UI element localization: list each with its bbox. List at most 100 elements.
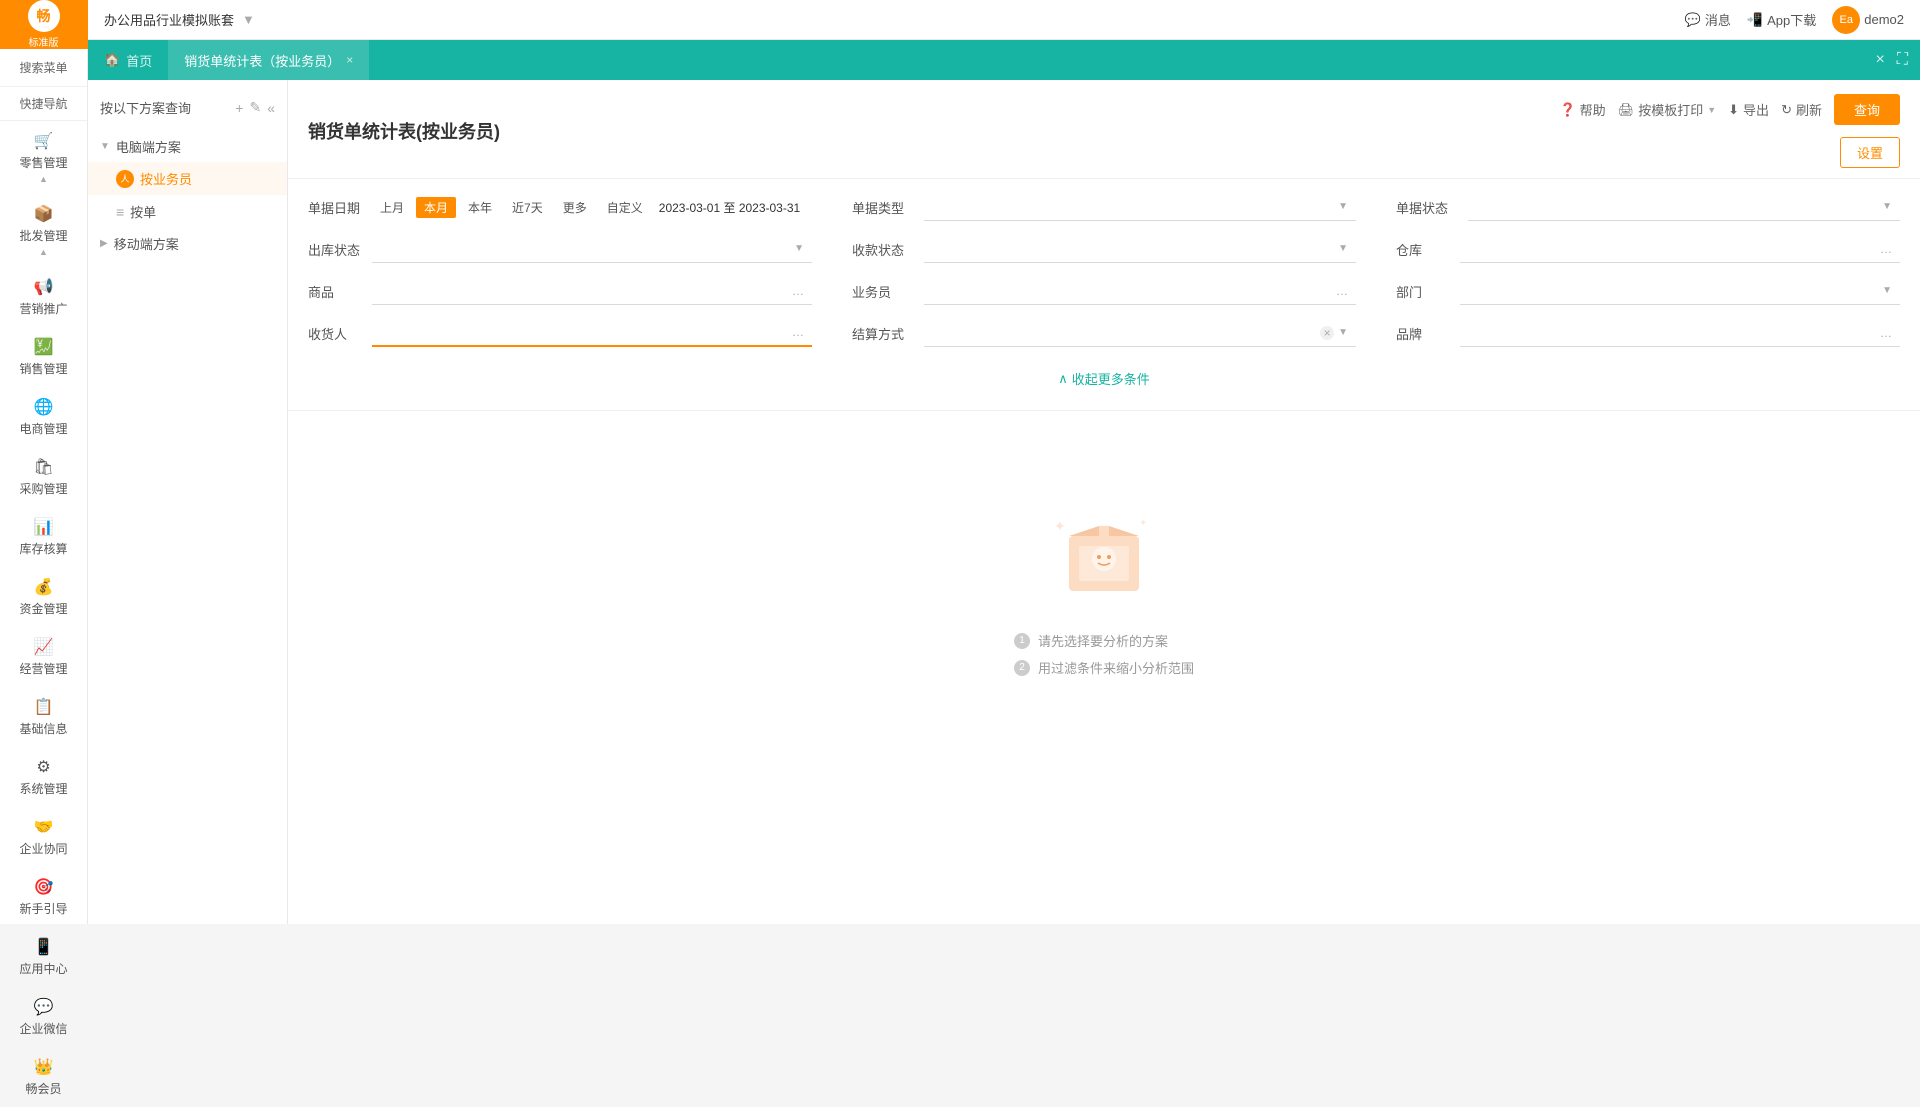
nav-title: 办公用品行业模拟账套 <box>104 10 234 29</box>
tab-expand-btn[interactable]: ⛶ <box>1893 47 1912 73</box>
tab-close-btn[interactable]: × <box>346 53 353 67</box>
sidebar-item-newbie[interactable]: 🎯 新手引导 <box>0 867 87 927</box>
filter-out-status: 出库状态 ▼ <box>308 235 812 263</box>
brand-more-icon[interactable]: … <box>1880 326 1892 340</box>
sidebar-item-appstore[interactable]: 📱 应用中心 <box>0 927 87 987</box>
desktop-scheme-group[interactable]: ▼ 电脑端方案 <box>88 131 287 162</box>
filter-doc-type-control[interactable]: ▼ <box>924 193 1356 221</box>
salesperson-more-icon[interactable]: … <box>1336 284 1348 298</box>
sidebar-item-inventory[interactable]: 📊 库存核算 <box>0 507 87 567</box>
filter-dept-control[interactable]: ▼ <box>1460 277 1900 305</box>
refresh-icon: ↻ <box>1781 102 1792 118</box>
filter-warehouse-control[interactable]: … <box>1460 235 1900 263</box>
dept-dropdown-icon[interactable]: ▼ <box>1882 285 1892 296</box>
mobile-scheme-group[interactable]: ▶ 移动端方案 <box>88 228 287 259</box>
sidebar-item-wechat[interactable]: 💬 企业微信 <box>0 987 87 1047</box>
sidebar-item-operations[interactable]: 📈 经营管理 <box>0 627 87 687</box>
consignee-more-icon[interactable]: … <box>792 325 804 339</box>
filter-consignee-label: 收货人 <box>308 324 364 343</box>
filter-receipt-status-control[interactable]: ▼ <box>924 235 1356 263</box>
tab-minimize-btn[interactable]: × <box>1871 47 1888 73</box>
scheme-by-order[interactable]: ≡ 按单 <box>88 195 287 228</box>
filter-goods-control[interactable]: … <box>372 277 812 305</box>
print-dropdown-icon[interactable]: ▼ <box>1707 105 1716 115</box>
filter-warehouse: 仓库 … <box>1396 235 1900 263</box>
edit-scheme-btn[interactable]: ✎ <box>249 99 261 116</box>
sidebar-item-marketing[interactable]: 📢 营销推广 <box>0 267 87 327</box>
date-chip-this-year[interactable]: 本年 <box>460 197 500 218</box>
collapse-icon: ∧ <box>1058 371 1068 387</box>
collapse-panel-btn[interactable]: « <box>267 100 275 116</box>
export-btn[interactable]: ⬇ 导出 <box>1728 100 1769 119</box>
date-chip-last-month[interactable]: 上月 <box>372 197 412 218</box>
print-icon: 🖨 <box>1618 102 1635 118</box>
ecommerce-icon: 🌐 <box>34 397 54 417</box>
filter-salesperson-control[interactable]: … <box>924 277 1356 305</box>
wechat-icon: 💬 <box>34 997 54 1017</box>
filter-brand-control[interactable]: … <box>1460 319 1900 347</box>
filter-out-status-label: 出库状态 <box>308 240 364 259</box>
date-chip-custom[interactable]: 自定义 <box>599 197 651 218</box>
empty-hint-1: 1 请先选择要分析的方案 <box>1014 631 1194 650</box>
filter-consignee-control[interactable]: … <box>372 319 812 347</box>
refresh-btn[interactable]: ↻ 刷新 <box>1781 100 1822 119</box>
query-button[interactable]: 查询 <box>1834 94 1900 125</box>
main-area: 办公用品行业模拟账套 ▼ 💬 消息 📲 App下载 Ea demo2 🏠 首页 <box>88 0 1920 924</box>
filter-goods: 商品 … <box>308 277 812 305</box>
sidebar-item-member[interactable]: 👑 畅会员 <box>0 1047 87 1107</box>
filter-brand: 品牌 … <box>1396 319 1900 347</box>
tab-home[interactable]: 🏠 首页 <box>88 40 168 80</box>
sidebar-item-wholesale[interactable]: 📦 批发管理 ▲ <box>0 194 87 267</box>
print-btn[interactable]: 🖨 按模板打印 ▼ <box>1618 100 1716 119</box>
user-avatar[interactable]: Ea demo2 <box>1832 6 1904 34</box>
sidebar-item-ecommerce[interactable]: 🌐 电商管理 <box>0 387 87 447</box>
collapse-btn[interactable]: ∧ 收起更多条件 <box>1058 369 1150 388</box>
filter-doc-status-control[interactable]: ▼ <box>1468 193 1900 221</box>
sidebar-item-sales[interactable]: 💹 销售管理 <box>0 327 87 387</box>
sidebar-item-purchase[interactable]: 🛍 采购管理 <box>0 447 87 507</box>
page-content: 按以下方案查询 + ✎ « ▼ 电脑端方案 人 <box>88 80 1920 924</box>
app-download-btn[interactable]: 📲 App下载 <box>1747 10 1816 29</box>
retail-icon: 🛒 <box>34 131 54 151</box>
mobile-group-arrow: ▶ <box>100 238 108 249</box>
setting-button[interactable]: 设置 <box>1840 137 1900 168</box>
sidebar-item-retail[interactable]: 🛒 零售管理 ▲ <box>0 121 87 194</box>
sidebar-item-basic[interactable]: 📋 基础信息 <box>0 687 87 747</box>
date-range-display: 2023-03-01 至 2023-03-31 <box>659 199 800 216</box>
filter-salesperson: 业务员 … <box>852 277 1356 305</box>
date-chip-7days[interactable]: 近7天 <box>504 197 551 218</box>
filter-out-status-control[interactable]: ▼ <box>372 235 812 263</box>
doc-type-dropdown-icon[interactable]: ▼ <box>1338 201 1348 212</box>
message-btn[interactable]: 💬 消息 <box>1685 10 1731 29</box>
filter-warehouse-label: 仓库 <box>1396 240 1452 259</box>
scheme-by-salesperson[interactable]: 人 按业务员 <box>88 162 287 195</box>
desktop-group-arrow: ▼ <box>100 141 110 152</box>
empty-illustration: ✦ ✦ ✦ <box>1044 491 1164 611</box>
settlement-dropdown-icon[interactable]: ▼ <box>1338 327 1348 338</box>
filter-row-4: 收货人 … 结算方式 × <box>308 319 1900 347</box>
doc-status-dropdown-icon[interactable]: ▼ <box>1882 201 1892 212</box>
newbie-icon: 🎯 <box>34 877 54 897</box>
help-btn[interactable]: ❓ 帮助 <box>1559 100 1605 119</box>
settlement-clear-btn[interactable]: × <box>1320 326 1334 340</box>
out-status-dropdown-icon[interactable]: ▼ <box>794 243 804 254</box>
empty-state: ✦ ✦ ✦ 1 请先选择要分析的方案 2 用过滤条件来缩小分析范围 <box>288 411 1920 757</box>
goods-more-icon[interactable]: … <box>792 284 804 298</box>
sidebar-item-finance[interactable]: 💰 资金管理 <box>0 567 87 627</box>
date-chip-more[interactable]: 更多 <box>555 197 595 218</box>
sidebar-item-enterprise[interactable]: 🤝 企业协同 <box>0 807 87 867</box>
tab-sales-stat[interactable]: 销货单统计表（按业务员） × <box>168 40 369 80</box>
filter-settlement-control[interactable]: × ▼ <box>924 319 1356 347</box>
sidebar-shortcut[interactable]: 快捷导航 <box>0 87 87 121</box>
page-title: 销货单统计表(按业务员) <box>308 118 500 144</box>
date-chip-this-month[interactable]: 本月 <box>416 197 456 218</box>
sidebar-search[interactable]: 搜索菜单 <box>0 49 87 87</box>
add-scheme-btn[interactable]: + <box>235 100 243 116</box>
filter-doc-status-label: 单据状态 <box>1396 198 1460 217</box>
sidebar-item-system[interactable]: ⚙ 系统管理 <box>0 747 87 807</box>
warehouse-more-icon[interactable]: … <box>1880 242 1892 256</box>
receipt-status-dropdown-icon[interactable]: ▼ <box>1338 243 1348 254</box>
nav-dropdown-icon[interactable]: ▼ <box>242 12 255 27</box>
page-title-bar: 销货单统计表(按业务员) ❓ 帮助 🖨 按模板打印 <box>288 80 1920 179</box>
filter-row-1: 单据日期 上月 本月 本年 近7天 更多 自定义 2023-03-01 至 20… <box>308 193 1900 221</box>
